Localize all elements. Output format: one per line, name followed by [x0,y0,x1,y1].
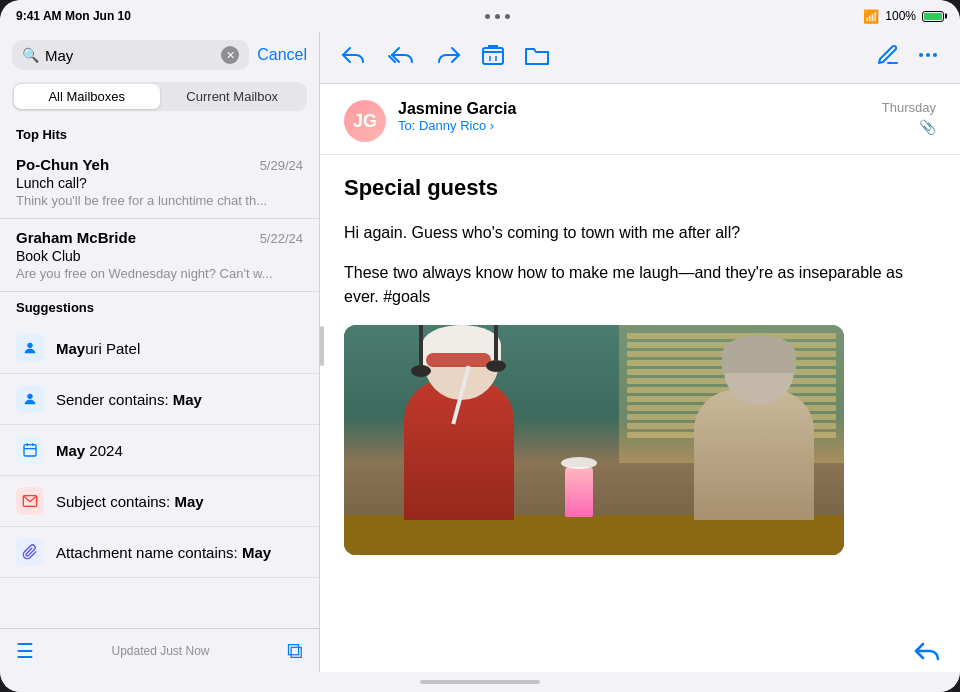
status-bar: 9:41 AM Mon Jun 10 📶 100% [0,0,960,32]
svg-point-0 [27,343,32,348]
email-date: Thursday [882,100,936,115]
battery-pct: 100% [885,9,916,23]
mailbox-segmented-control[interactable]: All Mailboxes Current Mailbox [12,82,307,111]
more-button[interactable] [916,43,940,73]
updated-text: Updated Just Now [111,644,209,658]
suggestion-item-attachment[interactable]: Attachment name contains: May [0,527,319,578]
svg-point-13 [933,53,937,57]
mail-preview: Are you free on Wednesday night? Can't w… [16,266,303,281]
mail-subject: Lunch call? [16,175,303,191]
attachment-indicator-icon: 📎 [919,119,936,135]
suggestion-bold: May [242,544,271,561]
wifi-icon: 📶 [863,9,879,24]
photo-scene [344,325,844,555]
mail-item[interactable]: Po-Chun Yeh 5/29/24 Lunch call? Think yo… [0,146,319,219]
email-paragraph-1: Hi again. Guess who's coming to town wit… [344,221,936,245]
suggestion-text: Subject contains: May [56,493,204,510]
search-bar: 🔍 May ✕ Cancel [0,32,319,78]
suggestion-text: Mayuri Patel [56,340,140,357]
svg-point-1 [27,394,32,399]
right-panel: JG Jasmine Garcia To: Danny Rico › Thurs… [320,32,960,672]
status-icons: 📶 100% [863,9,944,24]
suggestions-list: Mayuri Patel Sender contains: May [0,323,319,578]
email-image [344,325,844,555]
compose-button[interactable] [876,43,900,73]
svg-rect-7 [483,48,503,64]
mail-date: 5/22/24 [260,231,303,246]
home-bar [420,680,540,684]
reply-button[interactable] [340,44,366,72]
calendar-icon [16,436,44,464]
home-indicator [0,672,960,692]
reply-bottom-button[interactable] [912,638,940,668]
bottom-bar: ☰ Updated Just Now ⧉ [0,628,319,672]
suggestion-text: May 2024 [56,442,123,459]
mail-sender: Po-Chun Yeh [16,156,109,173]
suggestion-bold: May [173,391,202,408]
email-body: Special guests Hi again. Guess who's com… [320,155,960,672]
suggestion-bold: May [56,340,85,357]
email-subject: Special guests [344,175,936,201]
email-to[interactable]: To: Danny Rico › [398,118,870,133]
search-clear-button[interactable]: ✕ [221,46,239,64]
suggestion-item-subject[interactable]: Subject contains: May [0,476,319,527]
delete-button[interactable] [482,43,504,73]
suggestion-text: Sender contains: May [56,391,202,408]
mail-item[interactable]: Graham McBride 5/22/24 Book Club Are you… [0,219,319,292]
suggestion-text: Attachment name contains: May [56,544,271,561]
svg-point-11 [919,53,923,57]
cancel-button[interactable]: Cancel [257,46,307,64]
suggestion-bold: May [174,493,203,510]
mail-sender: Graham McBride [16,229,136,246]
svg-point-12 [926,53,930,57]
sender-icon [16,385,44,413]
move-to-folder-button[interactable] [524,44,550,72]
tab-icon[interactable]: ⧉ [287,638,303,664]
mail-item-header: Graham McBride 5/22/24 [16,229,303,246]
suggestion-item-person[interactable]: Mayuri Patel [0,323,319,374]
left-panel: 🔍 May ✕ Cancel All Mailboxes Current Mai… [0,32,320,672]
avatar: JG [344,100,386,142]
mail-preview: Think you'll be free for a lunchtime cha… [16,193,303,208]
email-toolbar [320,32,960,84]
segment-current-mailbox[interactable]: Current Mailbox [160,84,306,109]
email-meta: Jasmine Garcia To: Danny Rico › [398,100,870,133]
search-icon: 🔍 [22,47,39,63]
attachment-icon [16,538,44,566]
suggestion-item-sender[interactable]: Sender contains: May [0,374,319,425]
mail-date: 5/29/24 [260,158,303,173]
filter-icon[interactable]: ☰ [16,639,34,663]
reply-all-button[interactable] [386,44,416,72]
resize-handle[interactable] [320,326,324,366]
email-sender-name: Jasmine Garcia [398,100,870,118]
segment-all-mailboxes[interactable]: All Mailboxes [14,84,160,109]
suggestion-item-calendar[interactable]: May 2024 [0,425,319,476]
main-content: 🔍 May ✕ Cancel All Mailboxes Current Mai… [0,32,960,672]
search-input-wrapper[interactable]: 🔍 May ✕ [12,40,249,70]
ipad-frame: 9:41 AM Mon Jun 10 📶 100% 🔍 May ✕ [0,0,960,692]
battery-icon [922,11,944,22]
email-timestamp: Thursday 📎 [882,100,936,135]
status-time: 9:41 AM Mon Jun 10 [16,9,131,23]
toolbar-left [340,43,550,73]
email-paragraph-2: These two always know how to make me lau… [344,261,936,309]
status-dots [485,14,510,19]
person-icon [16,334,44,362]
suggestions-header: Suggestions [0,292,319,319]
forward-button[interactable] [436,44,462,72]
mail-item-header: Po-Chun Yeh 5/29/24 [16,156,303,173]
svg-rect-2 [24,445,36,456]
toolbar-right [876,43,940,73]
mail-icon [16,487,44,515]
mail-subject: Book Club [16,248,303,264]
suggestion-bold: May [56,442,85,459]
email-header: JG Jasmine Garcia To: Danny Rico › Thurs… [320,84,960,155]
top-hits-header: Top Hits [0,119,319,146]
search-input[interactable]: May [45,47,215,64]
